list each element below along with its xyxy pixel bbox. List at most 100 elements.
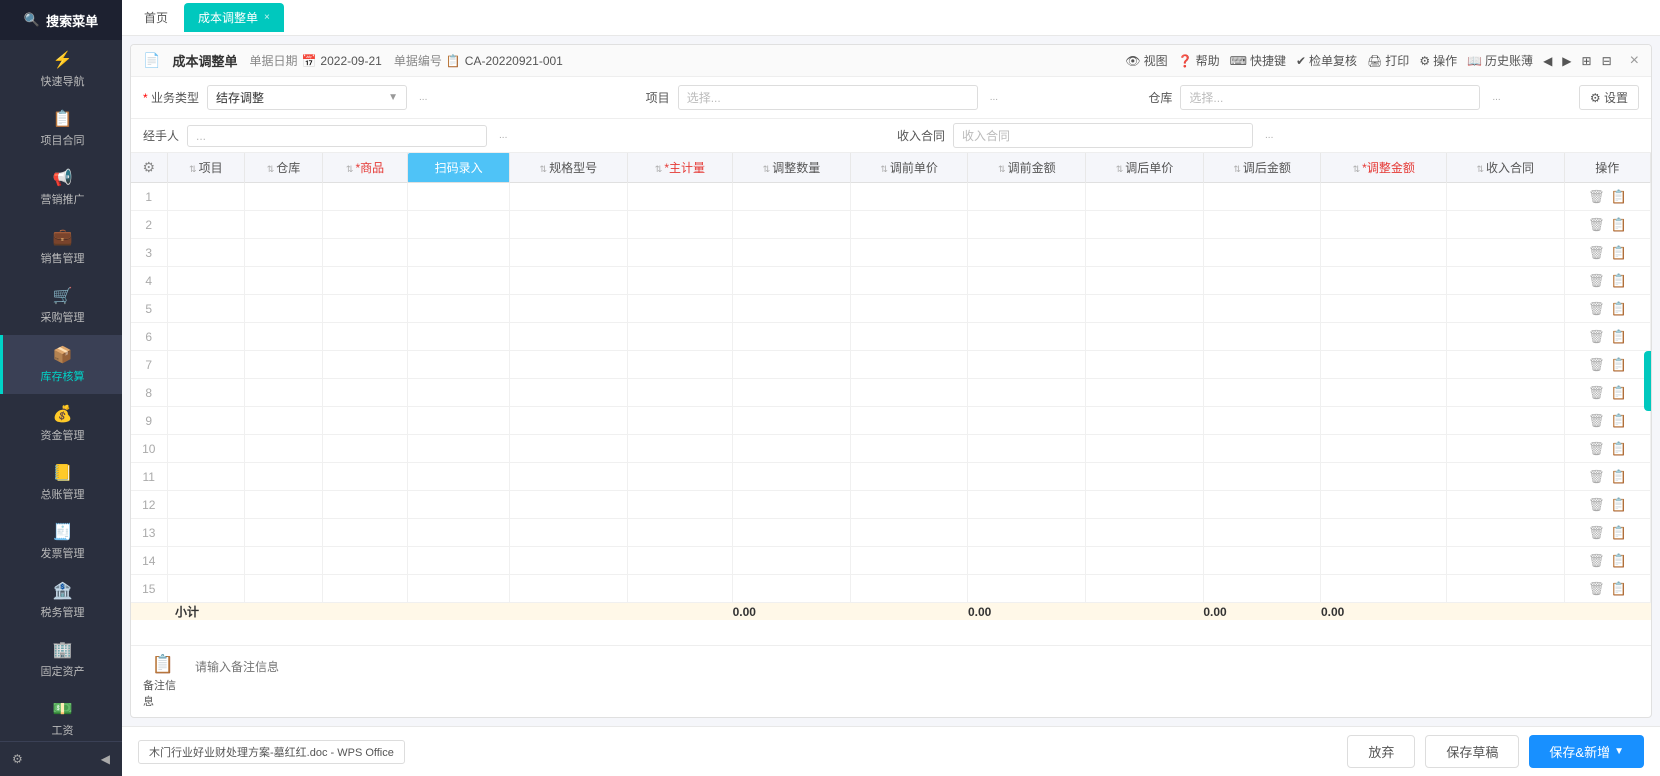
cell-project[interactable] bbox=[167, 379, 245, 407]
cell-spec[interactable] bbox=[510, 295, 628, 323]
nav-prev-icon[interactable]: ◀ bbox=[1543, 54, 1552, 68]
delete-row-button[interactable]: 🗑 bbox=[1588, 581, 1605, 597]
cell-prev-unit-price[interactable] bbox=[850, 435, 968, 463]
cell-adj-amount[interactable] bbox=[1321, 183, 1446, 211]
sort-project-icon[interactable]: ⇅ bbox=[189, 164, 197, 174]
cell-after-amount[interactable] bbox=[1203, 519, 1321, 547]
cell-product[interactable] bbox=[322, 463, 407, 491]
discard-button[interactable]: 放弃 bbox=[1347, 735, 1415, 768]
cell-income-contract[interactable] bbox=[1446, 323, 1564, 351]
copy-row-button[interactable]: 📋 bbox=[1610, 301, 1626, 317]
cell-adj-qty[interactable] bbox=[733, 211, 851, 239]
cell-after-unit-price[interactable] bbox=[1086, 295, 1204, 323]
cell-after-unit-price[interactable] bbox=[1086, 183, 1204, 211]
copy-row-button[interactable]: 📋 bbox=[1610, 469, 1626, 485]
cell-product[interactable] bbox=[322, 295, 407, 323]
cell-product[interactable] bbox=[322, 351, 407, 379]
delete-row-button[interactable]: 🗑 bbox=[1588, 189, 1605, 205]
cell-warehouse[interactable] bbox=[245, 407, 323, 435]
cell-spec[interactable] bbox=[510, 547, 628, 575]
cell-income-contract[interactable] bbox=[1446, 491, 1564, 519]
cell-scan[interactable] bbox=[408, 435, 510, 463]
action-history[interactable]: 📖 历史账薄 bbox=[1467, 52, 1533, 69]
cell-warehouse[interactable] bbox=[245, 351, 323, 379]
cell-after-amount[interactable] bbox=[1203, 435, 1321, 463]
cell-prev-unit-price[interactable] bbox=[850, 491, 968, 519]
cell-warehouse[interactable] bbox=[245, 323, 323, 351]
cell-adj-amount[interactable] bbox=[1321, 435, 1446, 463]
copy-row-button[interactable]: 📋 bbox=[1610, 217, 1626, 233]
cell-scan[interactable] bbox=[408, 211, 510, 239]
expand-view-icon[interactable]: ⊞ bbox=[1582, 54, 1592, 68]
copy-row-button[interactable]: 📋 bbox=[1610, 273, 1626, 289]
cell-spec[interactable] bbox=[510, 435, 628, 463]
delete-row-button[interactable]: 🗑 bbox=[1588, 553, 1605, 569]
cell-warehouse[interactable] bbox=[245, 519, 323, 547]
cell-income-contract[interactable] bbox=[1446, 239, 1564, 267]
delete-row-button[interactable]: 🗑 bbox=[1588, 301, 1605, 317]
cell-after-unit-price[interactable] bbox=[1086, 491, 1204, 519]
cell-income-contract[interactable] bbox=[1446, 463, 1564, 491]
save-new-button[interactable]: 保存&新增 ▼ bbox=[1529, 735, 1644, 768]
cell-income-contract[interactable] bbox=[1446, 435, 1564, 463]
cell-unit[interactable] bbox=[627, 323, 732, 351]
cell-after-unit-price[interactable] bbox=[1086, 379, 1204, 407]
cell-prev-unit-price[interactable] bbox=[850, 547, 968, 575]
cell-adj-amount[interactable] bbox=[1321, 519, 1446, 547]
cell-warehouse[interactable] bbox=[245, 491, 323, 519]
cell-after-amount[interactable] bbox=[1203, 547, 1321, 575]
cell-after-unit-price[interactable] bbox=[1086, 407, 1204, 435]
cell-prev-unit-price[interactable] bbox=[850, 267, 968, 295]
copy-row-button[interactable]: 📋 bbox=[1610, 385, 1626, 401]
cell-warehouse[interactable] bbox=[245, 547, 323, 575]
cell-adj-qty[interactable] bbox=[733, 295, 851, 323]
copy-row-button[interactable]: 📋 bbox=[1610, 357, 1626, 373]
cell-after-amount[interactable] bbox=[1203, 379, 1321, 407]
cell-prev-unit-price[interactable] bbox=[850, 183, 968, 211]
delete-row-button[interactable]: 🗑 bbox=[1588, 441, 1605, 457]
warehouse-more[interactable]: ... bbox=[1488, 92, 1504, 103]
cell-prev-unit-price[interactable] bbox=[850, 519, 968, 547]
cell-product[interactable] bbox=[322, 547, 407, 575]
cell-after-amount[interactable] bbox=[1203, 211, 1321, 239]
cell-product[interactable] bbox=[322, 435, 407, 463]
cell-income-contract[interactable] bbox=[1446, 547, 1564, 575]
cell-after-amount[interactable] bbox=[1203, 267, 1321, 295]
delete-row-button[interactable]: 🗑 bbox=[1588, 469, 1605, 485]
cell-product[interactable] bbox=[322, 379, 407, 407]
cell-adj-qty[interactable] bbox=[733, 379, 851, 407]
cell-product[interactable] bbox=[322, 519, 407, 547]
cell-prev-amount[interactable] bbox=[968, 239, 1086, 267]
cell-scan[interactable] bbox=[408, 575, 510, 603]
cell-warehouse[interactable] bbox=[245, 379, 323, 407]
cell-after-amount[interactable] bbox=[1203, 323, 1321, 351]
cell-spec[interactable] bbox=[510, 323, 628, 351]
delete-row-button[interactable]: 🗑 bbox=[1588, 385, 1605, 401]
cell-prev-amount[interactable] bbox=[968, 547, 1086, 575]
cell-unit[interactable] bbox=[627, 463, 732, 491]
action-help[interactable]: ❓ 帮助 bbox=[1178, 52, 1220, 69]
cell-income-contract[interactable] bbox=[1446, 575, 1564, 603]
cell-unit[interactable] bbox=[627, 547, 732, 575]
sidebar-item-inventory[interactable]: 📦 库存核算 bbox=[0, 335, 122, 394]
cell-adj-qty[interactable] bbox=[733, 323, 851, 351]
sidebar-item-capital-mgmt[interactable]: 💰 资金管理 bbox=[0, 394, 122, 453]
cell-adj-qty[interactable] bbox=[733, 183, 851, 211]
cell-project[interactable] bbox=[167, 183, 245, 211]
delete-row-button[interactable]: 🗑 bbox=[1588, 413, 1605, 429]
cell-adj-amount[interactable] bbox=[1321, 407, 1446, 435]
cell-after-unit-price[interactable] bbox=[1086, 267, 1204, 295]
cell-spec[interactable] bbox=[510, 407, 628, 435]
cell-unit[interactable] bbox=[627, 407, 732, 435]
sidebar-item-fixed-assets[interactable]: 🏢 固定资产 bbox=[0, 630, 122, 689]
cell-warehouse[interactable] bbox=[245, 183, 323, 211]
cell-adj-amount[interactable] bbox=[1321, 239, 1446, 267]
cell-adj-qty[interactable] bbox=[733, 267, 851, 295]
cell-warehouse[interactable] bbox=[245, 267, 323, 295]
cell-project[interactable] bbox=[167, 575, 245, 603]
sort-prev-amount-icon[interactable]: ⇅ bbox=[998, 164, 1006, 174]
copy-row-button[interactable]: 📋 bbox=[1610, 329, 1626, 345]
cell-income-contract[interactable] bbox=[1446, 183, 1564, 211]
remark-input[interactable] bbox=[191, 654, 1639, 690]
cell-prev-amount[interactable] bbox=[968, 211, 1086, 239]
